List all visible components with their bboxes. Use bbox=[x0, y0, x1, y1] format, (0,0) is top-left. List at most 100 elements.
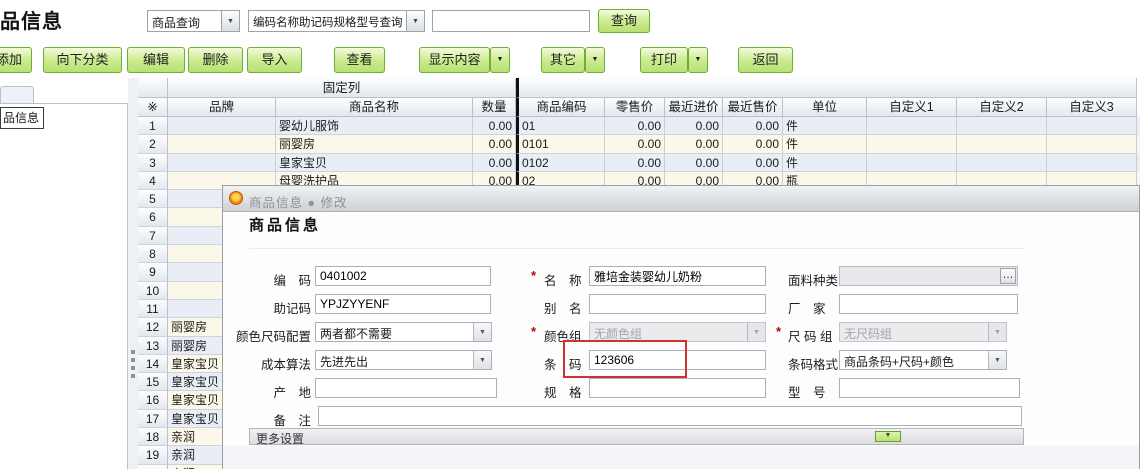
dialog-title: 商品信息 ● 修改 bbox=[249, 196, 348, 210]
add-button[interactable]: 添加 bbox=[0, 47, 32, 73]
cell-code: 0101 bbox=[516, 135, 605, 154]
group-header-spacer bbox=[138, 78, 168, 98]
edit-product-dialog: 商品信息 ● 修改 商品信息 编 码 * 名 称 面料种类 … 助记码 别 名 … bbox=[222, 185, 1140, 469]
display-content-button[interactable]: 显示内容 bbox=[419, 47, 490, 73]
model-label: 型 号 bbox=[788, 386, 826, 400]
cell-retail: 0.00 bbox=[605, 135, 665, 154]
other-button[interactable]: 其它 bbox=[541, 47, 585, 73]
table-row[interactable]: 1 婴幼儿服饰 0.00 01 0.00 0.00 0.00 件 bbox=[138, 117, 1140, 136]
column-header[interactable]: 最近进价 bbox=[665, 98, 723, 117]
cell-custom3 bbox=[1047, 117, 1137, 136]
import-button[interactable]: 导入 bbox=[247, 47, 302, 73]
column-header[interactable]: 商品编码 bbox=[516, 98, 605, 117]
search-mode-select[interactable]: 编码名称助记码规格型号查询 ▼ bbox=[248, 10, 425, 32]
color-size-config-select[interactable]: 两者都不需要 ▼ bbox=[315, 322, 492, 342]
origin-input[interactable] bbox=[315, 378, 497, 398]
column-header[interactable]: 最近售价 bbox=[723, 98, 783, 117]
size-group-value: 无尺码组 bbox=[844, 327, 893, 341]
column-header[interactable]: 自定义3 bbox=[1047, 98, 1137, 117]
color-size-config-label: 颜色尺码配置 bbox=[235, 330, 311, 344]
cell-n: 9 bbox=[138, 263, 168, 282]
cell-custom1 bbox=[867, 135, 957, 154]
chevron-down-icon: ▼ bbox=[884, 432, 892, 439]
chevron-down-icon[interactable]: ▼ bbox=[988, 351, 1006, 369]
print-button[interactable]: 打印 bbox=[640, 47, 688, 73]
column-header[interactable]: 商品名称 bbox=[276, 98, 473, 117]
cell-retail: 0.00 bbox=[605, 153, 665, 172]
chevron-down-icon[interactable]: ▼ bbox=[406, 11, 424, 31]
delete-button[interactable]: 删除 bbox=[188, 47, 243, 73]
column-header[interactable]: 数量 bbox=[473, 98, 516, 117]
dialog-footer bbox=[223, 446, 1139, 469]
classify-down-button[interactable]: 向下分类 bbox=[43, 47, 122, 73]
chevron-down-icon: ▼ bbox=[988, 323, 1006, 341]
dialog-heading: 商品信息 bbox=[249, 217, 322, 234]
mnemonic-input[interactable] bbox=[315, 294, 491, 314]
cell-n: 13 bbox=[138, 336, 168, 355]
other-dropdown[interactable]: ▼ bbox=[585, 47, 605, 73]
factory-label: 厂 家 bbox=[788, 302, 826, 316]
code-input[interactable] bbox=[315, 266, 491, 286]
search-input[interactable] bbox=[432, 10, 590, 32]
cell-n: 10 bbox=[138, 281, 168, 300]
more-settings-bar[interactable]: 更多设置 ▼ bbox=[249, 428, 1024, 446]
category-tree-panel: 品信息 bbox=[0, 103, 128, 469]
cell-qty: 0.00 bbox=[473, 153, 516, 172]
cell-n: 17 bbox=[138, 409, 168, 429]
column-header[interactable]: ※ bbox=[138, 98, 168, 117]
cell-name: 丽婴房 bbox=[276, 135, 473, 154]
chevron-down-icon[interactable]: ▼ bbox=[473, 351, 491, 369]
cell-custom3 bbox=[1047, 153, 1137, 172]
dialog-titlebar[interactable]: 商品信息 ● 修改 bbox=[223, 186, 1139, 212]
column-header[interactable]: 自定义1 bbox=[867, 98, 957, 117]
name-input[interactable] bbox=[589, 266, 766, 286]
color-group-select: 无颜色组 ▼ bbox=[589, 322, 766, 342]
cell-n: 2 bbox=[138, 135, 168, 154]
cell-unit: 件 bbox=[783, 153, 867, 172]
column-header[interactable]: 自定义2 bbox=[957, 98, 1047, 117]
view-button[interactable]: 查看 bbox=[334, 47, 385, 73]
alias-label: 别 名 bbox=[544, 302, 582, 316]
cell-n: 6 bbox=[138, 208, 168, 227]
column-header-row: ※ 品牌 商品名称 数量 商品编码 零售价 最近进价 最近售价 单位 自定义1 自定义2 自定义3 bbox=[138, 98, 1140, 117]
column-header[interactable]: 单位 bbox=[783, 98, 867, 117]
display-content-dropdown[interactable]: ▼ bbox=[490, 47, 510, 73]
panel-splitter[interactable] bbox=[128, 78, 138, 469]
cell-n: 7 bbox=[138, 226, 168, 246]
print-dropdown[interactable]: ▼ bbox=[688, 47, 708, 73]
barcode-format-value: 商品条码+尺码+颜色 bbox=[844, 355, 955, 369]
spec-input[interactable] bbox=[589, 378, 766, 398]
column-header[interactable]: 品牌 bbox=[168, 98, 276, 117]
ellipsis-button[interactable]: … bbox=[1000, 268, 1016, 284]
expand-more-button[interactable]: ▼ bbox=[875, 431, 901, 442]
model-input[interactable] bbox=[839, 378, 1020, 398]
remark-input[interactable] bbox=[318, 406, 1022, 426]
color-size-config-value: 两者都不需要 bbox=[320, 327, 393, 341]
more-settings-label: 更多设置 bbox=[256, 432, 305, 446]
cell-custom2 bbox=[957, 135, 1047, 154]
tree-panel-tab[interactable] bbox=[0, 86, 34, 103]
page-title: 品信息 bbox=[0, 11, 63, 33]
return-button[interactable]: 返回 bbox=[738, 47, 793, 73]
chevron-down-icon[interactable]: ▼ bbox=[473, 323, 491, 341]
tree-node-product-info[interactable]: 品信息 bbox=[0, 107, 45, 129]
search-type-select[interactable]: 商品查询 ▼ bbox=[147, 10, 240, 32]
cell-n: 11 bbox=[138, 299, 168, 319]
cell-n: 8 bbox=[138, 245, 168, 264]
cell-n: 12 bbox=[138, 318, 168, 337]
cost-method-select[interactable]: 先进先出 ▼ bbox=[315, 350, 492, 370]
table-row[interactable]: 3 皇家宝贝 0.00 0102 0.00 0.00 0.00 件 bbox=[138, 153, 1140, 172]
factory-input[interactable] bbox=[839, 294, 1018, 314]
edit-button[interactable]: 编辑 bbox=[127, 47, 185, 73]
cell-recent_sale: 0.00 bbox=[723, 135, 783, 154]
alias-input[interactable] bbox=[589, 294, 766, 314]
mnemonic-label: 助记码 bbox=[273, 302, 311, 316]
spec-label: 规 格 bbox=[544, 386, 582, 400]
table-row[interactable]: 2 丽婴房 0.00 0101 0.00 0.00 0.00 件 bbox=[138, 135, 1140, 154]
chevron-down-icon[interactable]: ▼ bbox=[221, 11, 239, 31]
cost-method-label: 成本算法 bbox=[260, 358, 311, 372]
barcode-format-select[interactable]: 商品条码+尺码+颜色 ▼ bbox=[839, 350, 1007, 370]
cell-unit: 件 bbox=[783, 117, 867, 136]
query-button[interactable]: 查询 bbox=[598, 9, 650, 33]
column-header[interactable]: 零售价 bbox=[605, 98, 665, 117]
